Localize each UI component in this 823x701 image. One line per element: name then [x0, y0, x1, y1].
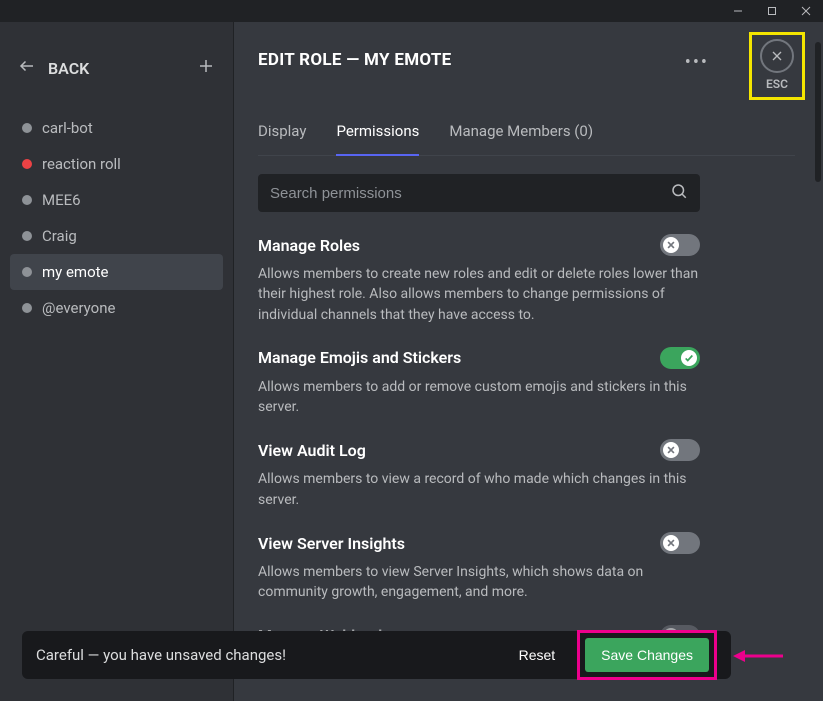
- role-item[interactable]: @everyone: [10, 290, 223, 326]
- close-highlight: ESC: [749, 32, 805, 100]
- roles-sidebar: BACK carl-bot reaction roll MEE6 Craig my em…: [0, 22, 234, 701]
- permission-title: View Server Insights: [258, 534, 405, 553]
- tab[interactable]: Display: [258, 122, 306, 155]
- permission-description: Allows members to view Server Insights, …: [258, 562, 700, 603]
- role-color-dot: [22, 303, 32, 313]
- search-input[interactable]: [270, 185, 670, 202]
- back-arrow-icon: [18, 57, 36, 79]
- page-title: EDIT ROLE — MY EMOTE: [258, 50, 452, 70]
- role-item[interactable]: Craig: [10, 218, 223, 254]
- back-label: BACK: [48, 59, 89, 78]
- window-minimize-button[interactable]: [725, 0, 751, 22]
- x-icon: [663, 442, 679, 458]
- check-icon: [681, 350, 697, 366]
- unsaved-message: Careful — you have unsaved changes!: [36, 646, 505, 664]
- permission-list: Manage Roles Allows members to create new…: [258, 234, 795, 647]
- role-label: reaction roll: [42, 155, 121, 173]
- add-role-button[interactable]: [197, 56, 215, 80]
- role-item[interactable]: carl-bot: [10, 110, 223, 146]
- role-label: carl-bot: [42, 119, 93, 137]
- role-label: MEE6: [42, 191, 81, 209]
- permission-description: Allows members to view a record of who m…: [258, 469, 700, 510]
- role-list: carl-bot reaction roll MEE6 Craig my emote @e…: [10, 110, 223, 326]
- tab[interactable]: Manage Members (0): [449, 122, 593, 155]
- permission-toggle[interactable]: [660, 439, 700, 461]
- role-label: my emote: [42, 263, 109, 281]
- permission-section: Manage Emojis and Stickers Allows members…: [258, 347, 700, 418]
- scrollbar[interactable]: [815, 42, 821, 182]
- x-icon: [663, 237, 679, 253]
- role-color-dot: [22, 159, 32, 169]
- tabs: Display Permissions Manage Members (0): [258, 122, 795, 156]
- permission-section: View Server Insights Allows members to vi…: [258, 532, 700, 603]
- permission-toggle[interactable]: [660, 347, 700, 369]
- role-item[interactable]: MEE6: [10, 182, 223, 218]
- reset-button[interactable]: Reset: [505, 639, 570, 671]
- permission-toggle[interactable]: [660, 532, 700, 554]
- close-label: ESC: [766, 77, 788, 91]
- save-changes-button[interactable]: Save Changes: [585, 638, 709, 672]
- window-titlebar: [0, 0, 823, 22]
- unsaved-changes-bar: Careful — you have unsaved changes! Rese…: [22, 631, 731, 679]
- arrow-callout-icon: [733, 649, 783, 663]
- role-color-dot: [22, 231, 32, 241]
- role-color-dot: [22, 123, 32, 133]
- search-permissions[interactable]: [258, 174, 700, 212]
- permission-description: Allows members to create new roles and e…: [258, 264, 700, 325]
- main-panel: EDIT ROLE — MY EMOTE ••• ESC Display Perm…: [234, 22, 823, 701]
- permission-title: Manage Emojis and Stickers: [258, 348, 461, 367]
- close-button[interactable]: [760, 39, 794, 73]
- tab[interactable]: Permissions: [336, 122, 419, 156]
- role-item[interactable]: reaction roll: [10, 146, 223, 182]
- window-maximize-button[interactable]: [759, 0, 785, 22]
- more-options-button[interactable]: •••: [685, 50, 709, 73]
- role-label: @everyone: [42, 299, 115, 317]
- role-color-dot: [22, 195, 32, 205]
- permission-section: View Audit Log Allows members to view a r…: [258, 439, 700, 510]
- role-label: Craig: [42, 227, 77, 245]
- window-close-button[interactable]: [793, 0, 819, 22]
- search-icon: [670, 182, 688, 204]
- back-button[interactable]: BACK: [18, 57, 89, 79]
- x-icon: [663, 535, 679, 551]
- permission-section: Manage Roles Allows members to create new…: [258, 234, 700, 325]
- role-item[interactable]: my emote: [10, 254, 223, 290]
- permission-title: View Audit Log: [258, 441, 366, 460]
- permission-title: Manage Roles: [258, 236, 360, 255]
- permission-description: Allows members to add or remove custom e…: [258, 377, 700, 418]
- permission-toggle[interactable]: [660, 234, 700, 256]
- save-highlight: Save Changes: [577, 630, 717, 680]
- role-color-dot: [22, 267, 32, 277]
